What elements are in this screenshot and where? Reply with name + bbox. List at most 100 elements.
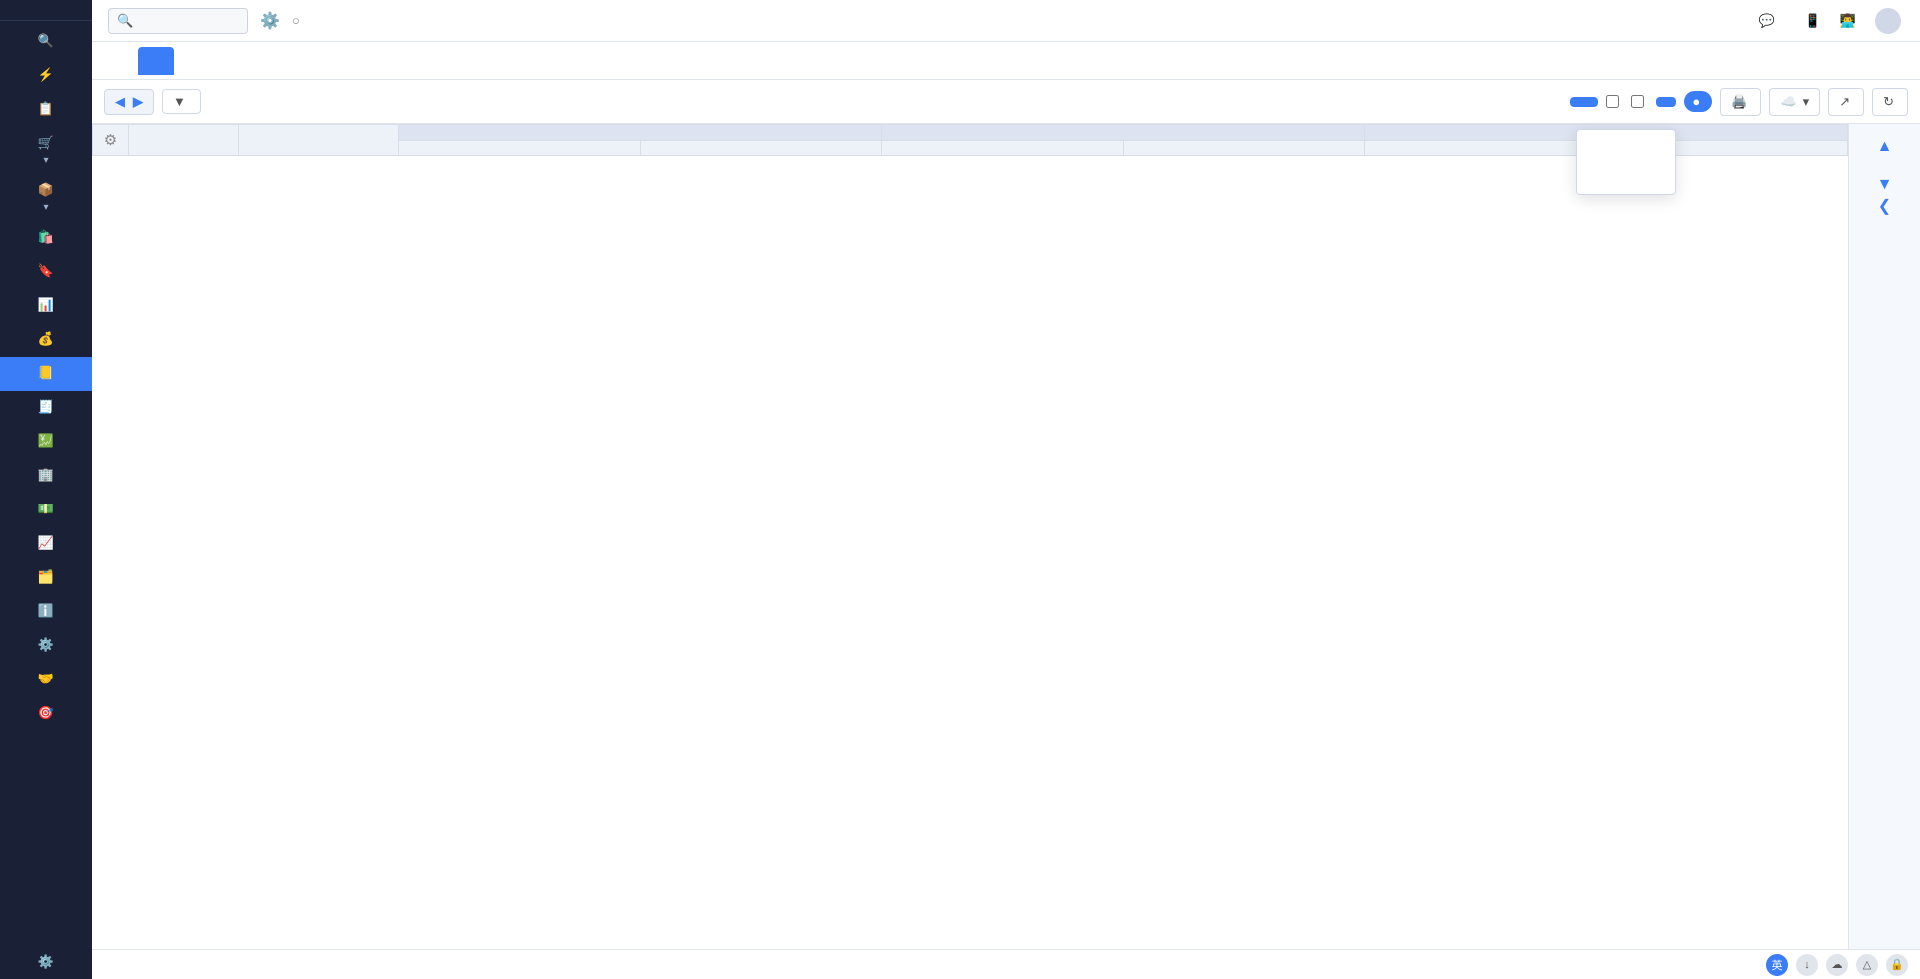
format-dropdown-menu [1576, 129, 1676, 195]
show-ytd-checkbox[interactable] [1631, 95, 1648, 108]
statusbar-right: 英 ↓ ☁ △ 🔒 [1766, 954, 1908, 976]
period-item-2023b[interactable] [1849, 166, 1920, 174]
sidebar-item-report[interactable]: 🗂️ [0, 561, 92, 595]
format-menu-item-qty-amount[interactable] [1577, 146, 1675, 162]
status-btn-1[interactable]: 英 [1766, 954, 1788, 976]
export-btn[interactable]: ↗ [1828, 88, 1864, 116]
format-menu-item-amount[interactable] [1577, 130, 1675, 146]
basic-info-icon: ℹ️ [38, 603, 54, 619]
print-icon: 🖨️ [1731, 94, 1747, 110]
period-item-2023a[interactable] [1849, 158, 1920, 166]
cloud-print-arrow: ▾ [1803, 94, 1810, 110]
statusbar: 英 ↓ ☁ △ 🔒 [92, 949, 1920, 979]
th-ob-debit [399, 140, 641, 156]
coop-icon: 🤝 [38, 671, 54, 687]
guide-icon: 🎯 [38, 705, 54, 721]
topbar-settings-icon[interactable]: ⚙️ [260, 11, 280, 31]
period-collapse-btn[interactable]: ❮ [1878, 196, 1891, 216]
sidebar-item-system[interactable]: ⚙️ [0, 629, 92, 663]
tab-home[interactable] [104, 54, 134, 67]
sidebar-item-operations[interactable]: 📈 [0, 527, 92, 561]
sidebar-item-project[interactable]: 📋 [0, 93, 92, 127]
show-auxiliary-checkbox[interactable] [1606, 95, 1623, 108]
capital-icon: 💰 [38, 331, 54, 347]
sidebar-item-capital[interactable]: 💰 [0, 323, 92, 357]
content-area: ⚙ [92, 124, 1920, 949]
tabbar [92, 42, 1920, 80]
sidebar: 🔍 ⚡ 📋 🛒 ▾ 📦 ▾ 🛍️ 🔖 📊 💰 📒 🧾 [0, 0, 92, 979]
sidebar-item-payroll[interactable]: 💵 [0, 493, 92, 527]
format-menu-item-foreign-amount[interactable] [1577, 162, 1675, 178]
back-old-version-btn[interactable] [1570, 97, 1598, 107]
sidebar-item-wholesale[interactable]: 📦 ▾ [0, 174, 92, 221]
quick-nav-icon: ⚡ [38, 67, 54, 83]
sidebar-item-coop[interactable]: 🤝 [0, 663, 92, 697]
th-name [239, 125, 399, 156]
status-btn-3[interactable]: ☁ [1826, 954, 1848, 976]
expand-more-btn[interactable]: ▼ [162, 89, 201, 114]
topbar-search-icon: 🔍 [117, 13, 133, 29]
fixed-assets-icon: 🏢 [38, 467, 54, 483]
wholesale-icon: 📦 [38, 182, 54, 198]
status-btn-5[interactable]: 🔒 [1886, 954, 1908, 976]
sidebar-item-guide[interactable]: 🎯 [0, 697, 92, 731]
status-btn-2[interactable]: ↓ [1796, 954, 1818, 976]
sidebar-item-purchase[interactable]: 🔖 [0, 255, 92, 289]
sidebar-item-quick-nav[interactable]: ⚡ [0, 59, 92, 93]
tab-balance[interactable] [138, 47, 174, 75]
sidebar-item-search[interactable]: 🔍 [0, 25, 92, 59]
sidebar-item-retail[interactable]: 🛒 ▾ [0, 127, 92, 174]
cloud-print-icon: ☁️ [1780, 94, 1796, 110]
refresh-btn[interactable]: ↻ [1872, 88, 1908, 116]
table-wrapper[interactable]: ⚙ [92, 124, 1848, 949]
topbar-demo-link[interactable]: ○ [292, 13, 304, 28]
period-nav-down[interactable]: ▼ [1875, 174, 1895, 196]
payroll-icon: 💵 [38, 501, 54, 517]
format-dropdown-container [1656, 97, 1676, 107]
toolbar: ◀ ▶ ▼ [92, 80, 1920, 124]
period-sidebar: ▲ ▼ ❮ [1848, 124, 1920, 949]
toolbar-right: ● 🖨️ ☁️ ▾ ↗ ↻ [1570, 88, 1908, 116]
ecommerce-icon: 🛍️ [38, 229, 54, 245]
cloud-print-btn[interactable]: ☁️ ▾ [1769, 88, 1820, 116]
sidebar-settings-icon: ⚙️ [38, 954, 54, 969]
topbar-app-download-btn[interactable]: 📱 [1805, 13, 1824, 29]
system-icon: ⚙️ [38, 637, 54, 653]
sidebar-item-ecommerce[interactable]: 🛍️ [0, 221, 92, 255]
period-nav-up[interactable]: ▲ [1875, 136, 1895, 158]
user-avatar [1875, 8, 1901, 34]
breadcrumb-all[interactable]: ◀ ▶ [104, 89, 154, 115]
column-settings-icon[interactable]: ⚙ [104, 132, 117, 149]
sidebar-settings-btn[interactable]: ⚙️ [0, 945, 92, 979]
topbar: 🔍 ⚙️ ○ 💬 📱 👨‍💻 [92, 0, 1920, 42]
topbar-message-btn[interactable]: 💬 [1758, 13, 1788, 29]
toggle-indicator: ● [1692, 94, 1700, 109]
search-icon: 🔍 [38, 33, 54, 49]
sidebar-item-invoice[interactable]: 🧾 [0, 391, 92, 425]
print-btn[interactable]: 🖨️ [1720, 88, 1761, 116]
th-curr-debit [882, 140, 1124, 156]
th-cb-debit [1365, 140, 1607, 156]
sidebar-item-inventory[interactable]: 📊 [0, 289, 92, 323]
format-dropdown-btn[interactable] [1656, 97, 1676, 107]
chevron-down-icon: ▼ [173, 94, 186, 109]
th-code [129, 125, 239, 156]
sidebar-item-tax[interactable]: 💹 [0, 425, 92, 459]
topbar-search-box[interactable]: 🔍 [108, 8, 248, 34]
sidebar-item-basic-info[interactable]: ℹ️ [0, 595, 92, 629]
project-icon: 📋 [38, 101, 54, 117]
topbar-left: 🔍 ⚙️ ○ [108, 8, 304, 34]
general-ledger-icon: 📒 [38, 365, 54, 381]
refresh-icon: ↻ [1883, 94, 1894, 110]
topbar-user-btn[interactable] [1875, 8, 1904, 34]
sidebar-item-general-ledger[interactable]: 📒 [0, 357, 92, 391]
format-menu-item-qty-foreign[interactable] [1577, 178, 1675, 194]
sidebar-item-fixed-assets[interactable]: 🏢 [0, 459, 92, 493]
tax-icon: 💹 [38, 433, 54, 449]
status-btn-4[interactable]: △ [1856, 954, 1878, 976]
expand-all-toggle[interactable]: ● [1684, 91, 1712, 112]
topbar-online-service-btn[interactable]: 👨‍💻 [1840, 13, 1859, 29]
export-icon: ↗ [1839, 94, 1850, 110]
operations-icon: 📈 [38, 535, 54, 551]
th-settings[interactable]: ⚙ [93, 125, 129, 156]
